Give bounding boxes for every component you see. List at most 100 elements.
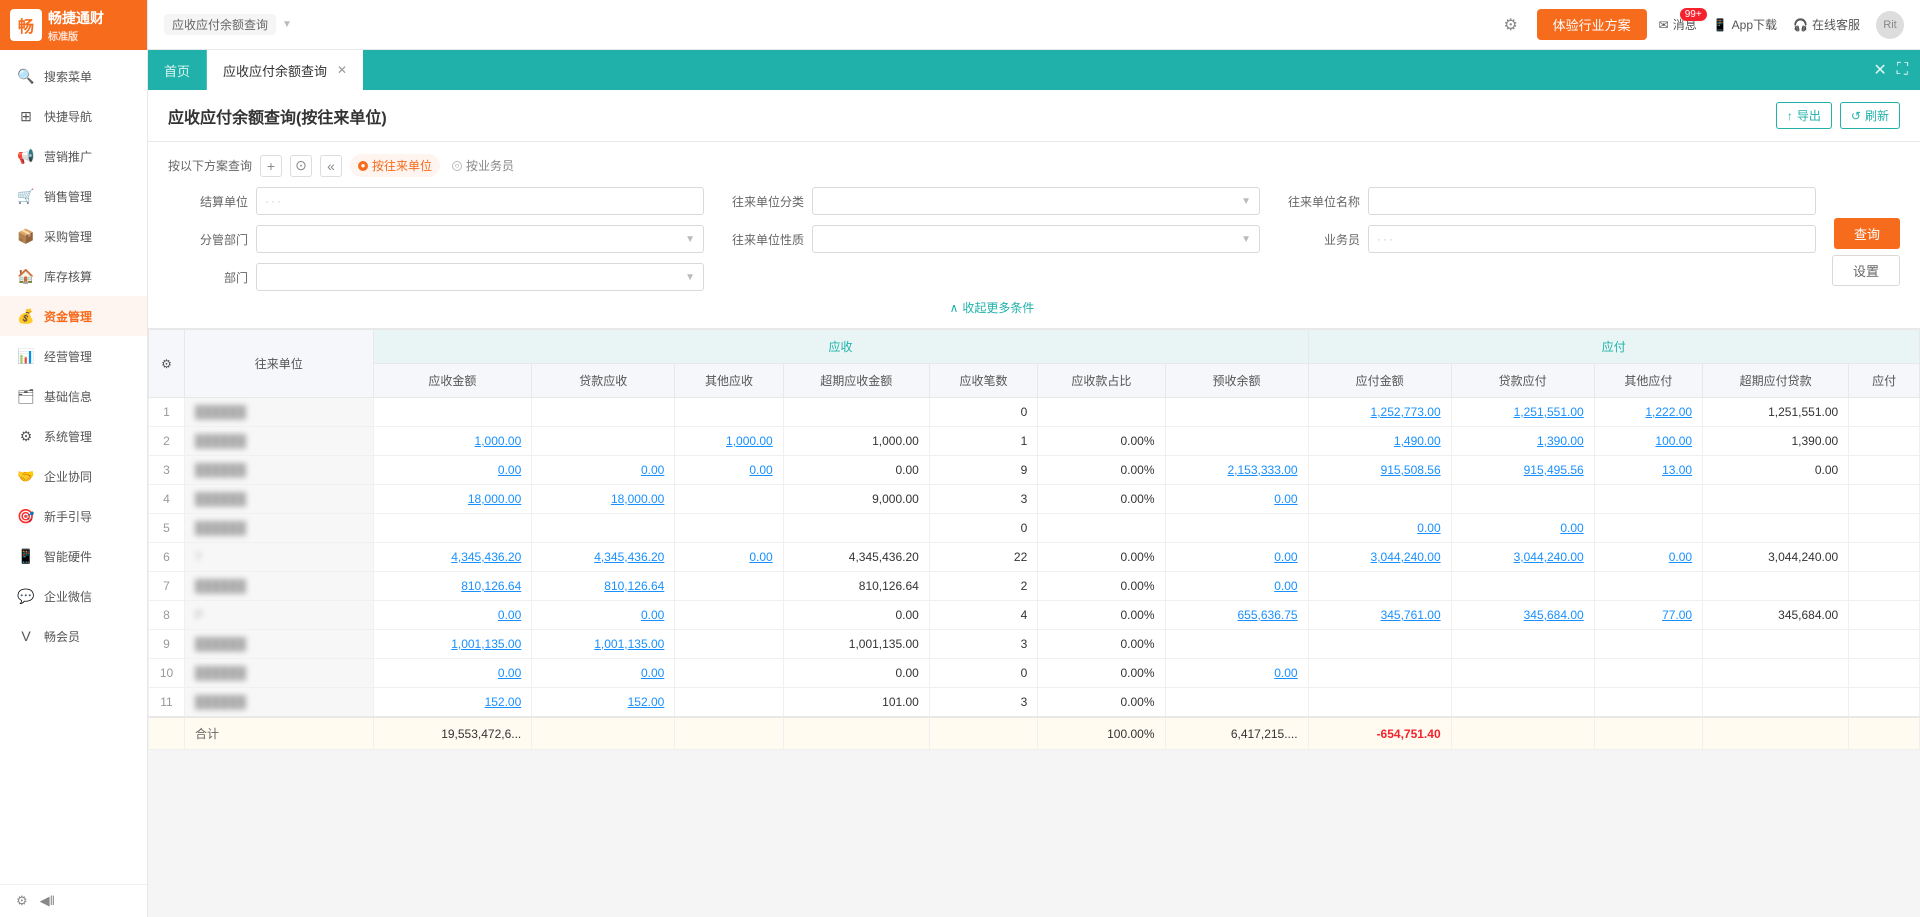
tab-home[interactable]: 首页: [148, 50, 207, 90]
table-cell[interactable]: 655,636.75: [1165, 601, 1308, 630]
collapse-scheme-button[interactable]: «: [320, 155, 342, 177]
table-cell[interactable]: 0.00: [532, 456, 675, 485]
partner-nature-input[interactable]: ▼: [812, 225, 1260, 253]
table-cell[interactable]: 4,345,436.20: [373, 543, 532, 572]
query-button[interactable]: 查询: [1834, 218, 1900, 249]
table-row: 11 ██████ 152.00 152.00 101.00 3 0.00%: [149, 688, 1920, 718]
tab-close-icon[interactable]: ✕: [337, 63, 347, 77]
table-cell[interactable]: 0.00: [1165, 659, 1308, 688]
table-cell: 0.00%: [1038, 456, 1165, 485]
table-cell[interactable]: 0.00: [373, 456, 532, 485]
table-cell: [675, 485, 783, 514]
collapse-icon[interactable]: ◀‖: [40, 893, 55, 909]
sidebar-item-basic[interactable]: 🗂基础信息: [0, 376, 147, 416]
col-ar-overdue: 超期应收金额: [783, 364, 929, 398]
table-cell[interactable]: 810,126.64: [373, 572, 532, 601]
table-cell[interactable]: 0.00: [373, 601, 532, 630]
table-cell[interactable]: 0.00: [532, 659, 675, 688]
partner-name-input[interactable]: [1368, 187, 1816, 215]
table-cell[interactable]: 152.00: [373, 688, 532, 718]
user-profile[interactable]: Rit: [1876, 11, 1904, 39]
table-cell[interactable]: 1,001,135.00: [532, 630, 675, 659]
table-cell[interactable]: 152.00: [532, 688, 675, 718]
collab-icon: 🤝: [16, 466, 36, 486]
add-scheme-button[interactable]: +: [260, 155, 282, 177]
table-cell[interactable]: 1,222.00: [1594, 398, 1702, 427]
scheme-partner-button[interactable]: ● 按往来单位: [350, 154, 440, 177]
settings-icon[interactable]: ⚙: [16, 893, 28, 909]
dept-input[interactable]: ▼: [256, 263, 704, 291]
scheme-salesman-button[interactable]: ○ 按业务员: [444, 154, 522, 177]
table-cell[interactable]: 13.00: [1594, 456, 1702, 485]
table-cell[interactable]: 100.00: [1594, 427, 1702, 456]
table-cell[interactable]: 1,000.00: [373, 427, 532, 456]
export-button[interactable]: ↑ 导出: [1776, 102, 1832, 129]
close-icon[interactable]: ✕: [1873, 60, 1886, 80]
table-cell[interactable]: 345,684.00: [1451, 601, 1594, 630]
table-cell[interactable]: 0.00: [1308, 514, 1451, 543]
sidebar-item-hardware[interactable]: 📱智能硬件: [0, 536, 147, 576]
setting-button[interactable]: 设置: [1832, 255, 1900, 286]
table-cell[interactable]: 0.00: [1165, 543, 1308, 572]
table-cell[interactable]: 810,126.64: [532, 572, 675, 601]
salesman-input[interactable]: ···: [1368, 225, 1816, 253]
salesman-field: 业务员 ···: [1280, 225, 1816, 253]
messages-button[interactable]: ✉ 消息 99+: [1659, 16, 1697, 33]
table-cell[interactable]: 0.00: [1594, 543, 1702, 572]
table-cell[interactable]: 345,761.00: [1308, 601, 1451, 630]
gear-button[interactable]: ⚙: [1497, 11, 1525, 39]
table-cell[interactable]: 1,252,773.00: [1308, 398, 1451, 427]
col-settings-icon[interactable]: ⚙: [149, 330, 185, 398]
promo-button[interactable]: 体验行业方案: [1537, 9, 1647, 40]
table-cell[interactable]: 18,000.00: [532, 485, 675, 514]
table-cell[interactable]: 4,345,436.20: [532, 543, 675, 572]
sidebar-item-member[interactable]: V畅会员: [0, 616, 147, 656]
sidebar-item-nav[interactable]: ⊞快捷导航: [0, 96, 147, 136]
table-cell[interactable]: 0.00: [373, 659, 532, 688]
table-cell[interactable]: 2,153,333.00: [1165, 456, 1308, 485]
col-ar-prepay: 预收余额: [1165, 364, 1308, 398]
collapse-filter-button[interactable]: ∧ 收起更多条件: [168, 291, 1816, 316]
configure-scheme-button[interactable]: ⊙: [290, 155, 312, 177]
table-cell[interactable]: 0.00: [1165, 485, 1308, 514]
table-cell[interactable]: 3,044,240.00: [1308, 543, 1451, 572]
table-cell[interactable]: 915,495.56: [1451, 456, 1594, 485]
maximize-icon[interactable]: ⛶: [1897, 61, 1908, 79]
table-cell[interactable]: 0.00: [1165, 572, 1308, 601]
table-cell[interactable]: 0.00: [532, 601, 675, 630]
table-cell[interactable]: 1,251,551.00: [1451, 398, 1594, 427]
table-cell[interactable]: 0.00: [675, 543, 783, 572]
partner-category-input[interactable]: ▼: [812, 187, 1260, 215]
sidebar-item-purchase[interactable]: 📦采购管理: [0, 216, 147, 256]
tab-query[interactable]: 应收应付余额查询 ✕: [207, 50, 363, 90]
table-cell[interactable]: 0.00: [1451, 514, 1594, 543]
sidebar-item-collab[interactable]: 🤝企业协同: [0, 456, 147, 496]
partner-name-cell: ██████: [185, 572, 374, 601]
sidebar-item-finance[interactable]: 💰资金管理: [0, 296, 147, 336]
sidebar-item-system[interactable]: ⚙系统管理: [0, 416, 147, 456]
table-cell[interactable]: 1,490.00: [1308, 427, 1451, 456]
app-download-button[interactable]: 📱 App下载: [1713, 16, 1777, 33]
sidebar: 畅 畅捷通财 标准版 🔍搜索菜单⊞快捷导航📢营销推广🛒销售管理📦采购管理🏠库存核…: [0, 0, 148, 917]
table-cell[interactable]: 1,001,135.00: [373, 630, 532, 659]
settlement-unit-input[interactable]: ···: [256, 187, 704, 215]
table-cell[interactable]: 77.00: [1594, 601, 1702, 630]
table-cell[interactable]: 1,000.00: [675, 427, 783, 456]
sidebar-item-search[interactable]: 🔍搜索菜单: [0, 56, 147, 96]
table-cell[interactable]: 18,000.00: [373, 485, 532, 514]
table-row: 4 ██████ 18,000.00 18,000.00 9,000.00 3 …: [149, 485, 1920, 514]
table-cell: 4,345,436.20: [783, 543, 929, 572]
online-service-button[interactable]: 🎧 在线客服: [1793, 16, 1860, 33]
table-cell[interactable]: 3,044,240.00: [1451, 543, 1594, 572]
sidebar-item-guide[interactable]: 🎯新手引导: [0, 496, 147, 536]
table-cell[interactable]: 0.00: [675, 456, 783, 485]
sidebar-item-marketing[interactable]: 📢营销推广: [0, 136, 147, 176]
sidebar-item-wechat[interactable]: 💬企业微信: [0, 576, 147, 616]
sidebar-item-inventory[interactable]: 🏠库存核算: [0, 256, 147, 296]
table-cell[interactable]: 915,508.56: [1308, 456, 1451, 485]
sidebar-item-sales[interactable]: 🛒销售管理: [0, 176, 147, 216]
department-input[interactable]: ▼: [256, 225, 704, 253]
refresh-button[interactable]: ↺ 刷新: [1840, 102, 1900, 129]
sidebar-item-operation[interactable]: 📊经营管理: [0, 336, 147, 376]
table-cell[interactable]: 1,390.00: [1451, 427, 1594, 456]
